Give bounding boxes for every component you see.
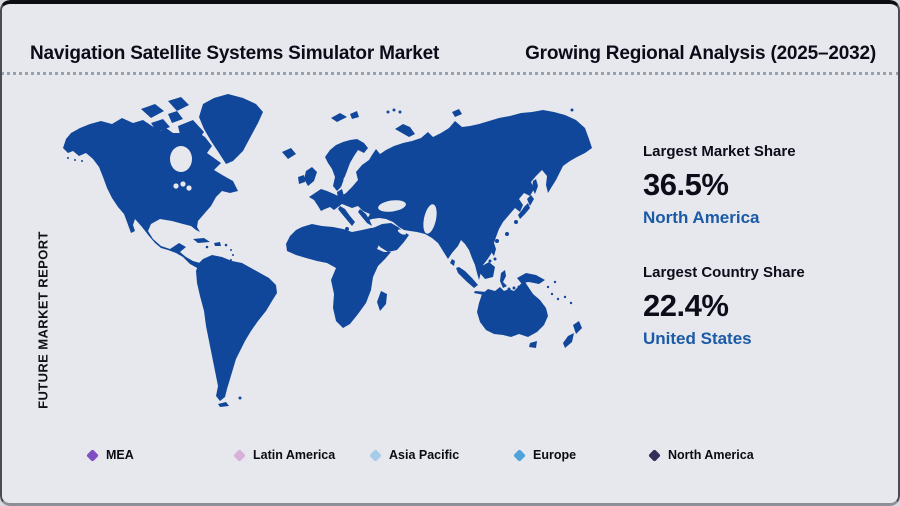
legend-marker-diamond <box>369 448 382 462</box>
legend-item-mea: MEA <box>86 448 134 462</box>
legend-marker-diamond <box>648 448 661 462</box>
world-map <box>63 94 592 407</box>
legend-marker-diamond <box>86 448 99 462</box>
page-title-market: Navigation Satellite Systems Simulator M… <box>30 43 440 64</box>
stat-label: Largest Country Share <box>643 264 805 281</box>
legend-marker-diamond <box>513 448 526 462</box>
stat-region: North America <box>643 208 760 227</box>
legend-label: Latin America <box>253 448 336 462</box>
legend-item-north-america: North America <box>648 448 754 462</box>
map-iceland <box>282 148 296 159</box>
world-map-land <box>63 94 592 407</box>
map-australia <box>477 280 548 348</box>
stat-value: 22.4% <box>643 288 729 323</box>
map-south-america <box>196 255 277 407</box>
stat-largest-market-share: Largest Market Share 36.5% North America <box>643 143 796 228</box>
legend-label: North America <box>668 448 754 462</box>
stat-label: Largest Market Share <box>643 143 796 160</box>
legend-label: MEA <box>106 448 134 462</box>
map-madagascar <box>377 291 387 311</box>
legend-item-asia-pacific: Asia Pacific <box>369 448 460 462</box>
map-italy <box>338 206 355 226</box>
legend-marker-diamond <box>233 448 246 462</box>
legend-item-europe: Europe <box>513 448 577 462</box>
stat-value: 36.5% <box>643 167 729 202</box>
stat-largest-country-share: Largest Country Share 22.4% United State… <box>643 264 805 349</box>
infographic-card: Navigation Satellite Systems Simulator M… <box>0 0 900 506</box>
map-british-isles <box>298 167 317 186</box>
map-greenland <box>199 94 263 164</box>
map-new-zealand <box>563 321 582 348</box>
legend-label: Europe <box>533 448 577 462</box>
map-hudson-bay <box>170 146 192 172</box>
brand-vertical-text: FUTURE MARKET REPORT <box>35 231 51 409</box>
map-new-guinea <box>517 273 545 284</box>
legend-item-latin-america: Latin America <box>233 448 336 462</box>
map-caribbean <box>193 238 221 246</box>
page-title-analysis: Growing Regional Analysis (2025–2032) <box>525 43 876 64</box>
legend-label: Asia Pacific <box>389 448 460 462</box>
header-dotted-divider <box>0 72 900 75</box>
stat-region: United States <box>643 329 752 348</box>
